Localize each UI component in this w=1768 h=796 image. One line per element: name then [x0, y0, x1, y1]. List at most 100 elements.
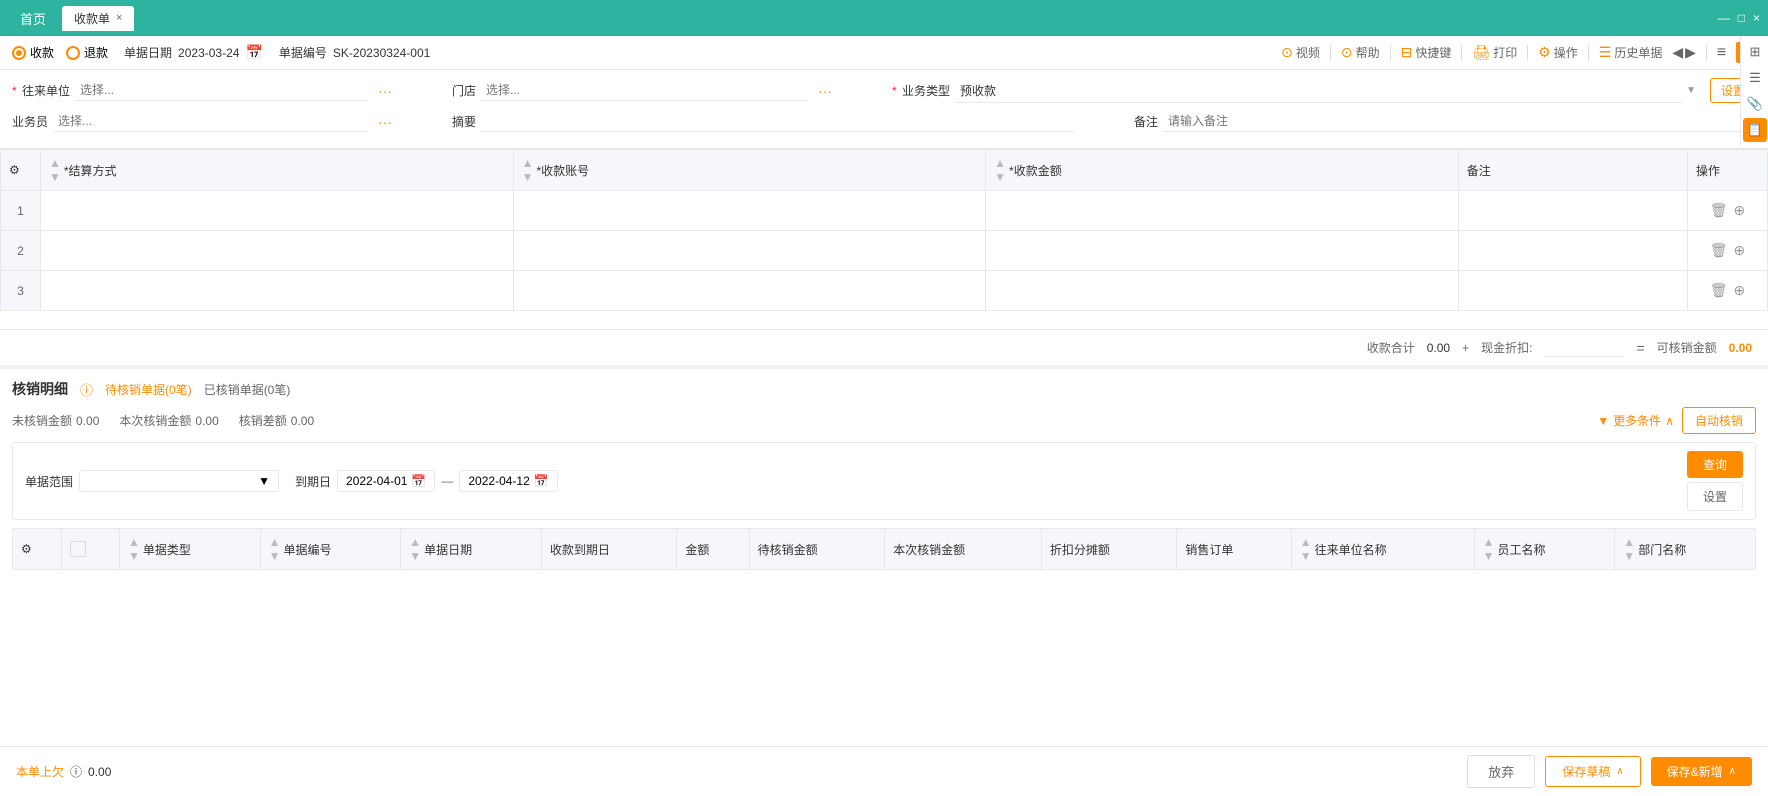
radio-shoukuan[interactable]: 收款: [12, 44, 54, 61]
row-2-copy-icon[interactable]: ⊕: [1734, 242, 1746, 259]
history-button[interactable]: ☰ 历史单据: [1599, 44, 1663, 61]
sort-staff[interactable]: ▲▼: [1483, 535, 1495, 563]
shortcut-button[interactable]: ⊟ 快捷键: [1401, 44, 1452, 61]
divider-1: [1330, 45, 1331, 61]
row-3-actions: 🗑 ⊕: [1688, 271, 1768, 311]
row-2-account[interactable]: [513, 231, 986, 271]
verify-table: ⚙ ▲▼ 单据类型 ▲▼ 单据编号: [12, 528, 1756, 570]
remark-input[interactable]: [1164, 111, 1756, 132]
save-new-button[interactable]: 保存&新增 ∧: [1651, 757, 1752, 786]
this-verify-amount: 本次核销金额 0.00: [119, 412, 218, 429]
row-2-remark[interactable]: [1458, 231, 1687, 271]
more-conditions-button[interactable]: ▼ 更多条件 ∧: [1597, 412, 1674, 429]
tab-close-icon[interactable]: ×: [116, 12, 122, 24]
staff-label: 业务员: [12, 113, 48, 130]
verify-info-icon[interactable]: ⓘ: [80, 380, 93, 399]
filter-actions: 查询 设置: [1687, 451, 1743, 511]
nav-next-icon[interactable]: ▶: [1685, 44, 1696, 61]
toolbar-date-field: 单据日期 2023-03-24 📅: [124, 44, 263, 61]
print-button[interactable]: 🖨 打印: [1472, 44, 1517, 61]
bottom-info-detail-icon[interactable]: ⓘ: [70, 763, 82, 780]
row-1-amount[interactable]: [986, 191, 1459, 231]
sidebar-table-icon[interactable]: ⊞: [1743, 40, 1767, 64]
help-button[interactable]: ⊙ 帮助: [1341, 44, 1380, 61]
tab-home[interactable]: 首页: [8, 5, 58, 32]
counterparty-input[interactable]: [76, 80, 368, 101]
tab-active[interactable]: 收款单 ×: [62, 6, 134, 31]
row-3-remark[interactable]: [1458, 271, 1687, 311]
row-1-remark[interactable]: [1458, 191, 1687, 231]
bottom-info-icon[interactable]: 本单上欠: [16, 763, 64, 780]
row-2-amount[interactable]: [986, 231, 1459, 271]
verify-tab-pending[interactable]: 待核销单据(0笔): [105, 381, 192, 398]
sort-counterparty[interactable]: ▲▼: [1300, 535, 1312, 563]
row-1-account[interactable]: [513, 191, 986, 231]
window-minimize-icon[interactable]: —: [1718, 11, 1730, 25]
select-all-checkbox[interactable]: [70, 541, 86, 557]
sidebar-list-icon[interactable]: ☰: [1743, 66, 1767, 90]
equals-sign: =: [1636, 340, 1644, 356]
radio-tuikuan[interactable]: 退款: [66, 44, 108, 61]
list-view-icon[interactable]: ≡: [1717, 44, 1726, 62]
save-new-arrow-icon[interactable]: ∧: [1729, 766, 1736, 777]
row-1-copy-icon[interactable]: ⊕: [1734, 202, 1746, 219]
range-select[interactable]: ▼: [79, 470, 279, 492]
vth-gear[interactable]: ⚙: [13, 529, 62, 570]
vth-checkbox[interactable]: [61, 529, 119, 570]
row-3-copy-icon[interactable]: ⊕: [1734, 282, 1746, 299]
radio-dot-active: [12, 46, 26, 60]
row-3-settlement[interactable]: [41, 271, 514, 311]
sort-arrows-settlement[interactable]: ▲▼: [49, 156, 61, 184]
sidebar-clip-icon[interactable]: 📋: [1743, 118, 1767, 142]
row-2-settlement[interactable]: [41, 231, 514, 271]
staff-field: 业务员 ···: [12, 111, 392, 132]
save-draft-button[interactable]: 保存草稿 ∧: [1545, 756, 1640, 787]
date-to-input[interactable]: 2022-04-12 📅: [459, 470, 557, 492]
sidebar-attach-icon[interactable]: 📎: [1743, 92, 1767, 116]
window-maximize-icon[interactable]: □: [1738, 11, 1745, 25]
sort-number[interactable]: ▲▼: [269, 535, 281, 563]
staff-more-icon[interactable]: ···: [378, 114, 392, 130]
biz-type-select[interactable]: 预收款 ▼: [956, 79, 1696, 103]
table-row: 1 🗑 ⊕: [1, 191, 1768, 231]
filter-settings-button[interactable]: 设置: [1687, 482, 1743, 511]
radio-dot-inactive: [66, 46, 80, 60]
auto-verify-button[interactable]: 自动核销: [1682, 407, 1756, 434]
required-star-2: *: [892, 84, 897, 98]
nav-prev-icon[interactable]: ◀: [1672, 44, 1683, 61]
counterparty-more-icon[interactable]: ···: [378, 83, 392, 99]
window-close-icon[interactable]: ×: [1753, 11, 1760, 25]
row-3-delete-icon[interactable]: 🗑: [1710, 282, 1728, 299]
discount-input[interactable]: [1544, 338, 1624, 357]
query-button[interactable]: 查询: [1687, 451, 1743, 478]
shortcut-label: 快捷键: [1415, 44, 1451, 61]
staff-input[interactable]: [54, 111, 368, 132]
row-1-settlement[interactable]: [41, 191, 514, 231]
abandon-button[interactable]: 放弃: [1467, 755, 1535, 788]
row-1-delete-icon[interactable]: 🗑: [1710, 202, 1728, 219]
sort-arrows-amount[interactable]: ▲▼: [994, 156, 1006, 184]
this-verify-value: 0.00: [195, 414, 218, 428]
operate-button[interactable]: ⚙ 操作: [1538, 44, 1578, 61]
print-icon: 🖨: [1472, 44, 1490, 61]
save-draft-arrow-icon[interactable]: ∧: [1616, 766, 1623, 777]
row-3-amount[interactable]: [986, 271, 1459, 311]
video-button[interactable]: ⊙ 视频: [1281, 44, 1320, 61]
row-3-account[interactable]: [513, 271, 986, 311]
date-from-input[interactable]: 2022-04-01 📅: [337, 470, 435, 492]
sort-type[interactable]: ▲▼: [128, 535, 140, 563]
sort-date[interactable]: ▲▼: [409, 535, 421, 563]
verify-tab-done[interactable]: 已核销单据(0笔): [204, 381, 291, 398]
filter-row: 单据范围 ▼ 到期日 2022-04-01 📅 — 2022-04-12 📅: [12, 442, 1756, 520]
row-2-delete-icon[interactable]: 🗑: [1710, 242, 1728, 259]
sort-arrows-account[interactable]: ▲▼: [522, 156, 534, 184]
store-input[interactable]: [482, 80, 808, 101]
shortcut-icon: ⊟: [1401, 44, 1413, 61]
date-calendar-icon[interactable]: 📅: [245, 44, 262, 61]
table-gear-header[interactable]: ⚙: [1, 150, 41, 191]
sort-dept[interactable]: ▲▼: [1623, 535, 1635, 563]
history-icon: ☰: [1599, 44, 1612, 61]
discount-label: 现金折扣:: [1481, 339, 1532, 356]
store-more-icon[interactable]: ···: [818, 83, 832, 99]
summary-input[interactable]: [482, 111, 1074, 132]
